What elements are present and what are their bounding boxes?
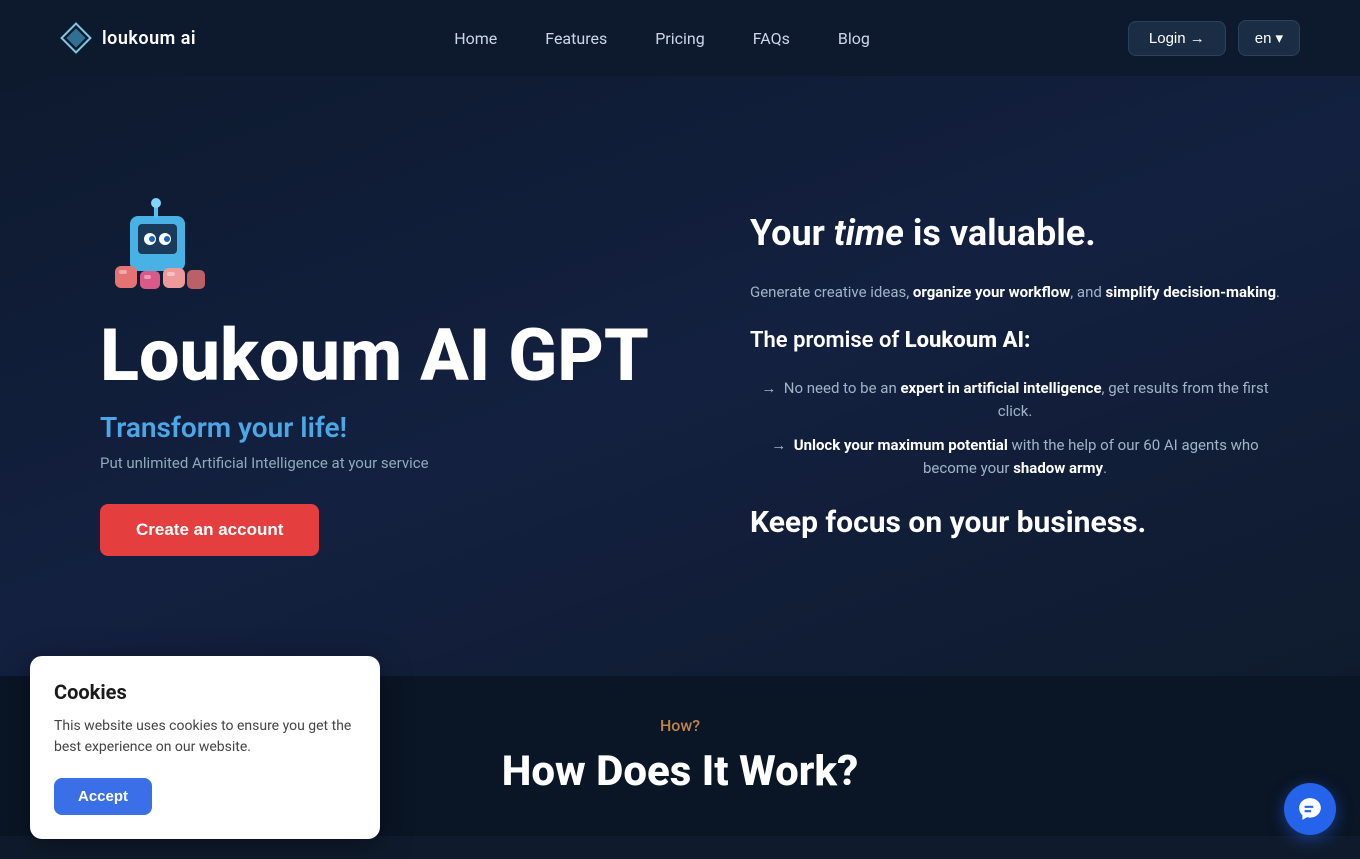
- keep-focus-statement: Keep focus on your business.: [750, 503, 1280, 542]
- chat-icon: [1297, 796, 1323, 822]
- nav-item-blog[interactable]: Blog: [838, 29, 870, 48]
- promise-heading: The promise of Loukoum AI:: [750, 328, 1280, 353]
- promise-item-1: → No need to be an expert in artificial …: [750, 377, 1280, 422]
- create-account-button[interactable]: Create an account: [100, 504, 319, 556]
- accept-cookies-button[interactable]: Accept: [54, 778, 152, 815]
- nav-links: Home Features Pricing FAQs Blog: [454, 29, 870, 48]
- cookie-banner: Cookies This website uses cookies to ens…: [30, 656, 380, 839]
- nav-item-pricing[interactable]: Pricing: [655, 29, 705, 48]
- hero-description: Put unlimited Artificial Intelligence at…: [100, 454, 429, 472]
- navbar: loukoum ai Home Features Pricing FAQs Bl…: [0, 0, 1360, 76]
- hero-right: Your time is valuable. Generate creative…: [710, 210, 1280, 543]
- hero-left: Loukoum AI GPT Transform your life! Put …: [100, 196, 670, 556]
- chat-bubble-button[interactable]: [1284, 783, 1336, 835]
- nav-item-home[interactable]: Home: [454, 29, 497, 48]
- nav-item-features[interactable]: Features: [545, 29, 607, 48]
- nav-right: Login → en ▾: [1128, 20, 1300, 56]
- hero-section: Loukoum AI GPT Transform your life! Put …: [0, 76, 1360, 676]
- hero-value-prop-heading: Your time is valuable.: [750, 210, 1280, 257]
- promise-item-2: → Unlock your maximum potential with the…: [750, 434, 1280, 479]
- cookie-title: Cookies: [54, 680, 356, 704]
- mascot-illustration: [100, 196, 220, 306]
- hero-subtitle: Transform your life!: [100, 411, 347, 444]
- nav-item-faqs[interactable]: FAQs: [753, 29, 790, 48]
- language-selector[interactable]: en ▾: [1238, 20, 1300, 56]
- cookie-text: This website uses cookies to ensure you …: [54, 716, 356, 758]
- chevron-down-icon: ▾: [1275, 29, 1283, 47]
- login-label: Login →: [1149, 30, 1205, 47]
- lang-label: en: [1255, 30, 1272, 47]
- hero-tagline: Generate creative ideas, organize your w…: [750, 280, 1280, 304]
- logo-text: loukoum ai: [102, 28, 196, 49]
- logo-icon: [60, 22, 92, 54]
- hero-title: Loukoum AI GPT: [100, 316, 649, 395]
- login-button[interactable]: Login →: [1128, 21, 1226, 56]
- promise-list: → No need to be an expert in artificial …: [750, 377, 1280, 479]
- logo[interactable]: loukoum ai: [60, 22, 196, 54]
